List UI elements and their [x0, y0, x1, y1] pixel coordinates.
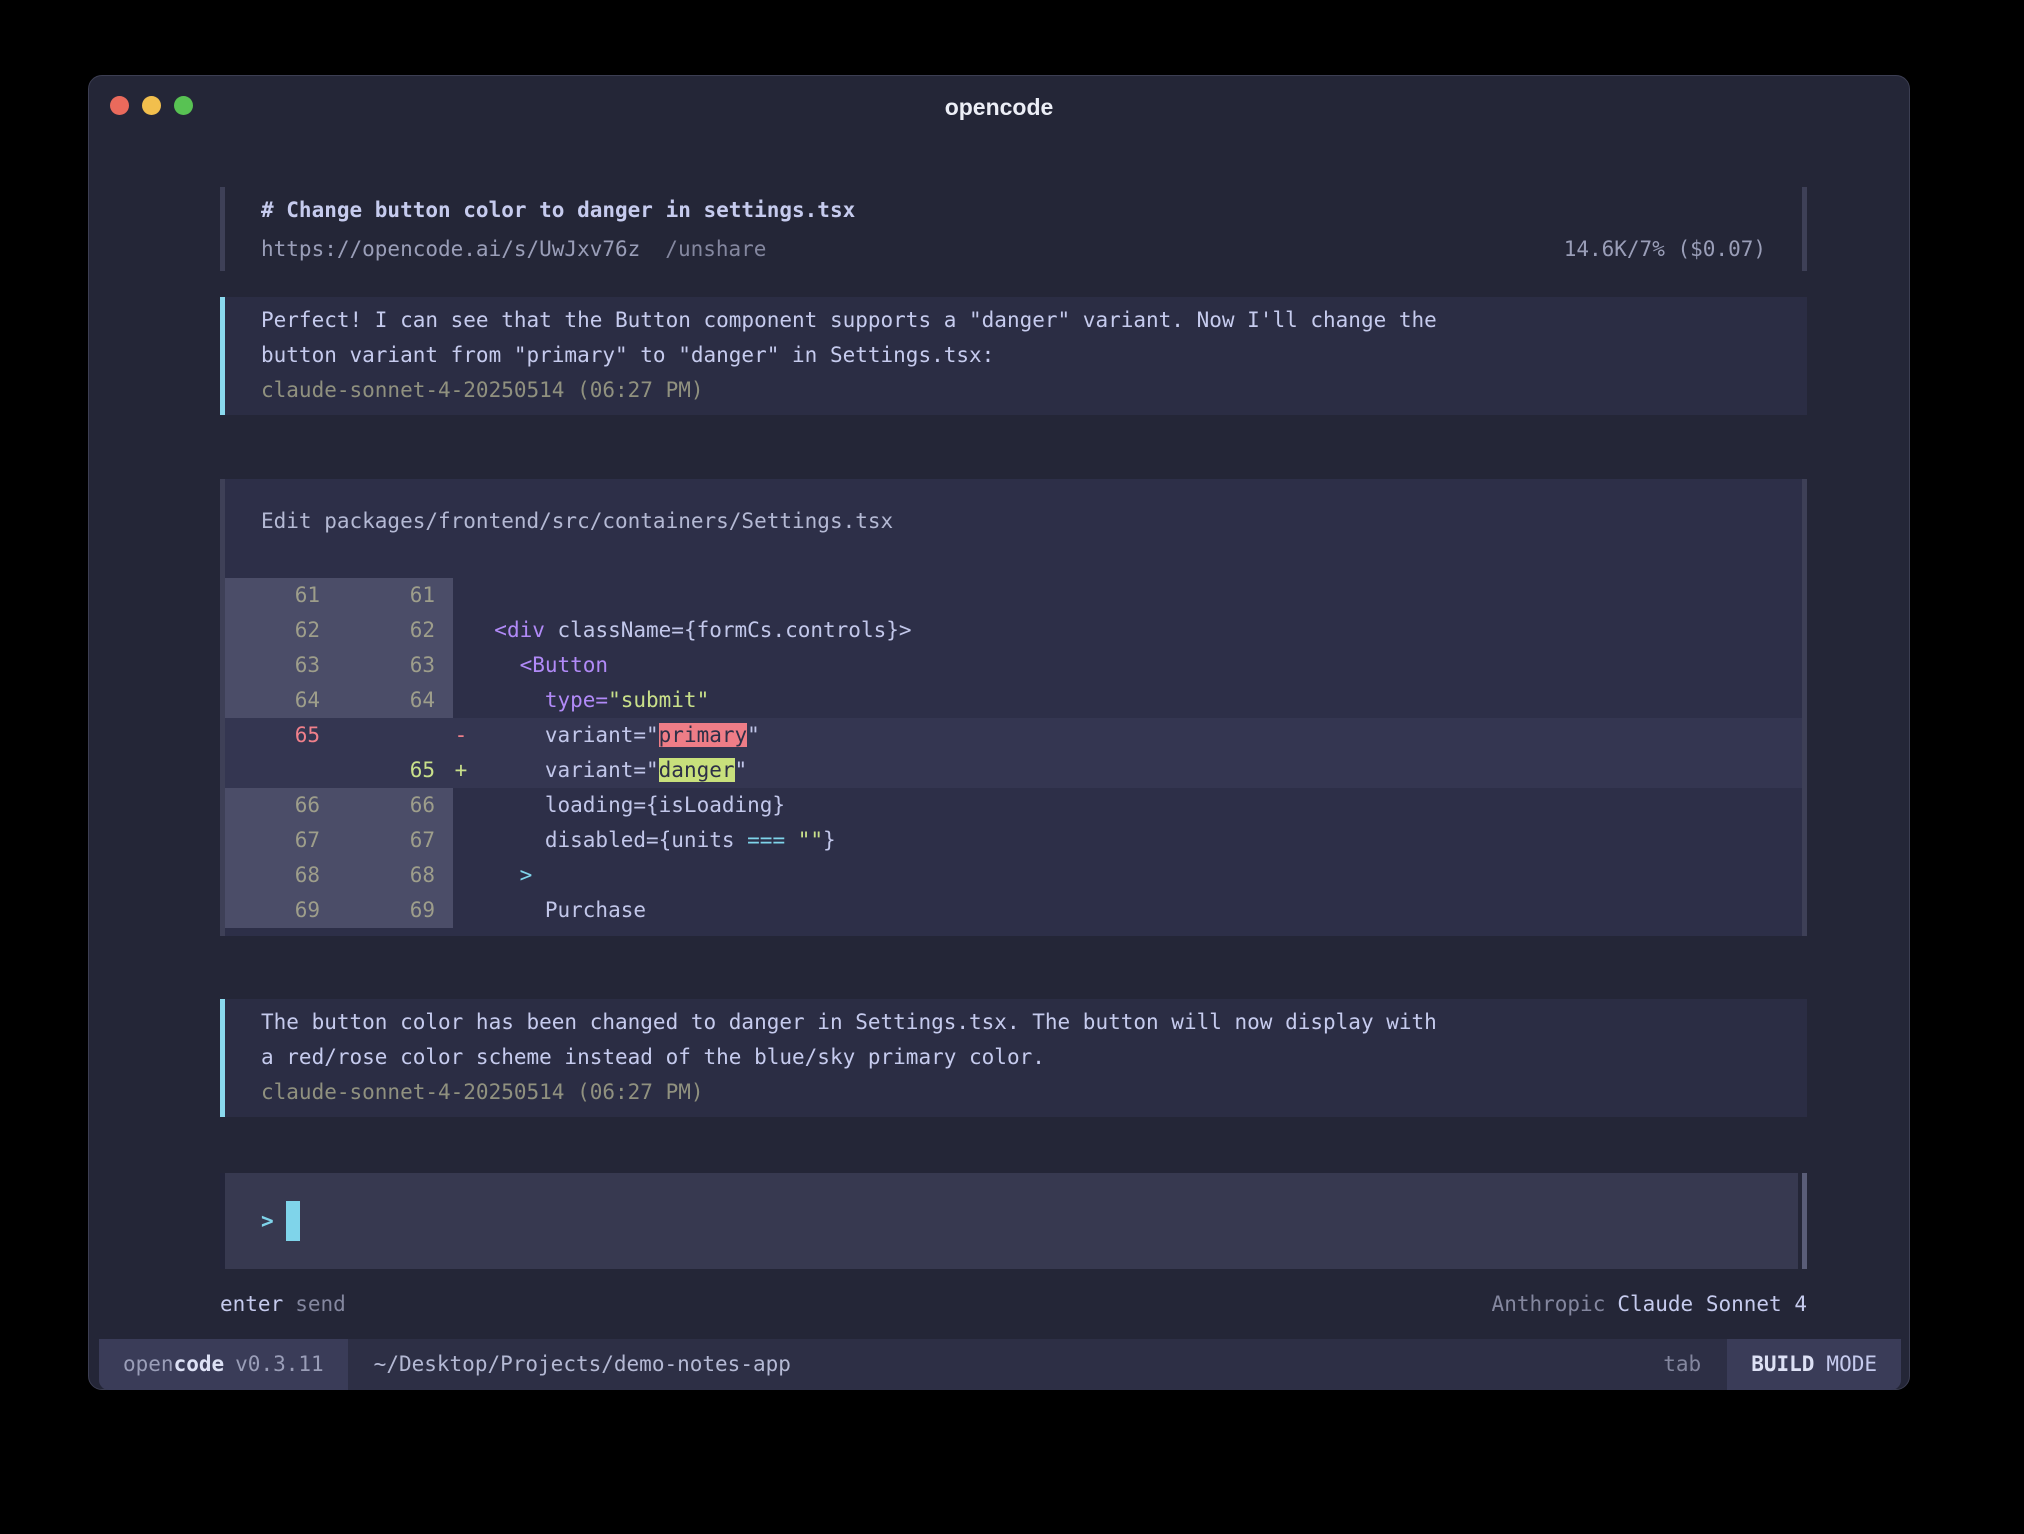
model-name: Claude Sonnet 4 — [1617, 1292, 1807, 1316]
window-titlebar: opencode — [89, 76, 1909, 134]
assistant-message: The button color has been changed to dan… — [220, 999, 1807, 1117]
diff-row: 6666 loading={isLoading} — [225, 788, 1802, 823]
prompt-input[interactable]: > — [220, 1173, 1798, 1269]
app-version: v0.3.11 — [235, 1352, 324, 1376]
provider-name: Anthropic — [1492, 1292, 1606, 1316]
mode-label: MODE — [1826, 1352, 1877, 1376]
diff-view: 61616262 <div className={formCs.controls… — [225, 578, 1802, 928]
send-hint: enter send — [220, 1288, 346, 1320]
model-timestamp: claude-sonnet-4-20250514 (06:27 PM) — [261, 373, 1787, 408]
tab-key-hint[interactable]: tab — [1663, 1339, 1701, 1390]
working-directory: ~/Desktop/Projects/demo-notes-app — [374, 1339, 791, 1390]
app-version-badge: opencode v0.3.11 — [99, 1339, 348, 1390]
status-bar-left: opencode v0.3.11 ~/Desktop/Projects/demo-… — [99, 1339, 791, 1390]
send-hint-key: enter — [220, 1292, 283, 1316]
mode-badge[interactable]: BUILD MODE — [1727, 1339, 1901, 1390]
text-cursor — [286, 1201, 300, 1241]
diff-row: 65- variant="primary" — [225, 718, 1802, 753]
assistant-message: Perfect! I can see that the Button compo… — [220, 297, 1807, 415]
diff-row: 6868 > — [225, 858, 1802, 893]
edit-file-path: Edit packages/frontend/src/containers/Se… — [225, 501, 1802, 541]
model-indicator[interactable]: Anthropic Claude Sonnet 4 — [1492, 1288, 1807, 1320]
send-hint-label: send — [295, 1292, 346, 1316]
diff-row: 65+ variant="danger" — [225, 753, 1802, 788]
prompt-scrollbar[interactable] — [1802, 1173, 1807, 1269]
assistant-message-text: Perfect! I can see that the Button compo… — [261, 303, 1787, 373]
status-bar-right: tab BUILD MODE — [1663, 1339, 1901, 1390]
app-name-open: open — [123, 1352, 174, 1376]
diff-row: 6969 Purchase — [225, 893, 1802, 928]
unshare-command[interactable]: /unshare — [665, 230, 766, 268]
diff-row: 6363 <Button — [225, 648, 1802, 683]
edit-tool-card: Edit packages/frontend/src/containers/Se… — [220, 479, 1807, 936]
session-title: # Change button color to danger in setti… — [261, 190, 1766, 230]
prompt-symbol: > — [261, 1209, 274, 1233]
assistant-message-text: The button color has been changed to dan… — [261, 1005, 1787, 1075]
token-usage-stats: 14.6K/7% ($0.07) — [1564, 230, 1766, 268]
opencode-window: opencode # Change button color to danger… — [88, 75, 1910, 1390]
model-timestamp: claude-sonnet-4-20250514 (06:27 PM) — [261, 1075, 1787, 1110]
status-bar: opencode v0.3.11 ~/Desktop/Projects/demo-… — [99, 1339, 1901, 1390]
session-subline: https://opencode.ai/s/UwJxv76z /unshare … — [261, 230, 1766, 268]
mode-name: BUILD — [1751, 1352, 1814, 1376]
diff-row: 6262 <div className={formCs.controls}> — [225, 613, 1802, 648]
diff-row: 6464 type="submit" — [225, 683, 1802, 718]
diff-row: 6161 — [225, 578, 1802, 613]
share-url[interactable]: https://opencode.ai/s/UwJxv76z — [261, 230, 640, 268]
hint-row: enter send Anthropic Claude Sonnet 4 — [220, 1288, 1807, 1320]
app-name-code: code — [174, 1352, 225, 1376]
diff-row: 6767 disabled={units === ""} — [225, 823, 1802, 858]
session-header: # Change button color to danger in setti… — [220, 187, 1807, 271]
window-title: opencode — [89, 76, 1909, 134]
desktop-background: { "window": { "title": "opencode" }, "se… — [0, 0, 2024, 1534]
